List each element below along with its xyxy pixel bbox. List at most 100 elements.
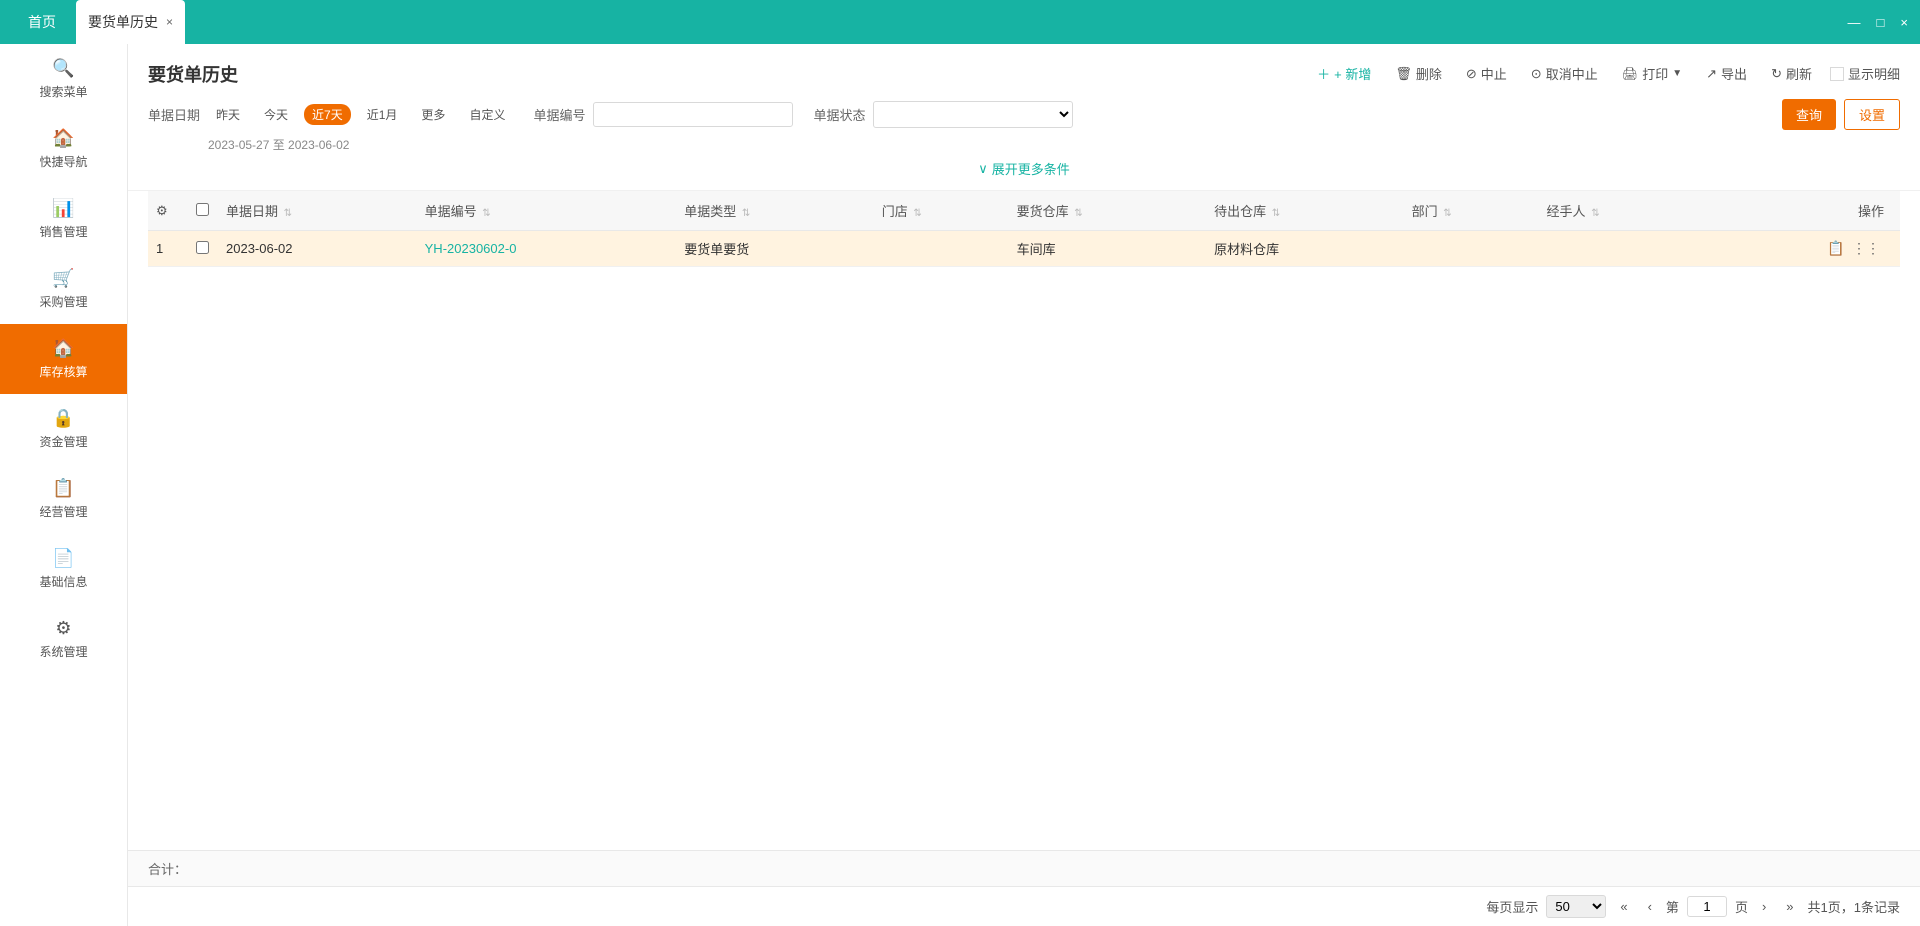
more-action-icon[interactable]: ⋮⋮ xyxy=(1852,240,1880,256)
window-maximize-btn[interactable]: □ xyxy=(1877,15,1885,30)
total-info: 共1页，1条记录 xyxy=(1808,897,1900,916)
sidebar-item-label: 销售管理 xyxy=(39,223,87,240)
date-range-display: 2023-05-27 至 2023-06-02 xyxy=(208,136,349,153)
sidebar-item-finance[interactable]: 🔒 资金管理 xyxy=(0,394,127,464)
date-filter-label: 单据日期 xyxy=(148,105,200,124)
sidebar-item-inventory[interactable]: 🏠 库存核算 xyxy=(0,324,127,394)
th-docno-sort-icon[interactable]: ⇅ xyxy=(482,208,490,219)
th-store: 门店 ⇅ xyxy=(874,191,1009,231)
search-menu-icon: 🔍 xyxy=(52,58,74,79)
th-handler-sort-icon[interactable]: ⇅ xyxy=(1591,208,1599,219)
sidebar-item-purchase[interactable]: 🛒 采购管理 xyxy=(0,254,127,324)
display-detail-checkbox[interactable] xyxy=(1830,67,1844,81)
sidebar-item-label: 系统管理 xyxy=(39,643,87,660)
th-pending-warehouse-sort-icon[interactable]: ⇅ xyxy=(1272,208,1280,219)
docno-filter-input[interactable] xyxy=(593,102,793,127)
date-btn-today[interactable]: 今天 xyxy=(256,104,296,125)
sidebar-item-system[interactable]: ⚙ 系统管理 xyxy=(0,604,127,674)
add-button[interactable]: ＋ + 新增 xyxy=(1311,60,1377,87)
view-action-icon[interactable]: 📋 xyxy=(1827,240,1844,256)
top-bar: 首页 要货单历史 × — □ × xyxy=(0,0,1920,44)
settings-icon[interactable]: ⚙ xyxy=(156,203,168,218)
stop-button[interactable]: ⊘ 中止 xyxy=(1460,60,1513,87)
date-btn-more[interactable]: 更多 xyxy=(413,104,453,125)
tab-close-icon[interactable]: × xyxy=(166,15,173,29)
cell-checkbox xyxy=(188,231,218,267)
toolbar: ＋ + 新增 🗑 删除 ⊘ 中止 ⊙ 取消中止 xyxy=(1311,60,1900,87)
next-page-btn[interactable]: › xyxy=(1756,897,1772,916)
table-header-row: ⚙ 单据日期 ⇅ 单据编号 xyxy=(148,191,1900,231)
cell-docno: YH-20230602-0 xyxy=(417,231,677,267)
display-detail-button[interactable]: 显示明细 xyxy=(1830,64,1900,83)
cancel-stop-icon: ⊙ xyxy=(1531,66,1542,82)
expand-label: 展开更多条件 xyxy=(992,159,1070,178)
content-area: 要货单历史 ＋ + 新增 🗑 删除 ⊘ 中止 xyxy=(128,44,1920,926)
docno-filter-label: 单据编号 xyxy=(533,105,585,124)
finance-icon: 🔒 xyxy=(52,408,74,429)
th-handler: 经手人 ⇅ xyxy=(1539,191,1705,231)
docno-filter-group: 单据编号 xyxy=(533,102,793,127)
print-button[interactable]: 🖨 打印 ▼ xyxy=(1616,60,1688,87)
refresh-label: 刷新 xyxy=(1786,64,1812,83)
print-dropdown-icon: ▼ xyxy=(1672,68,1682,79)
th-store-sort-icon[interactable]: ⇅ xyxy=(913,208,921,219)
date-btn-custom[interactable]: 自定义 xyxy=(461,104,513,125)
first-page-btn[interactable]: « xyxy=(1614,897,1633,916)
th-date: 单据日期 ⇅ xyxy=(218,191,417,231)
page-label: 第 xyxy=(1666,897,1679,916)
inventory-icon: 🏠 xyxy=(52,338,74,359)
delete-icon: 🗑 xyxy=(1395,66,1412,82)
export-label: 导出 xyxy=(1721,64,1747,83)
pagination-bar: 每页显示 50 10 20 100 « ‹ 第 页 › » 共1页，1条记录 xyxy=(128,886,1920,926)
sidebar-item-label: 搜索菜单 xyxy=(39,83,87,100)
cancel-stop-label: 取消中止 xyxy=(1546,64,1598,83)
data-table: ⚙ 单据日期 ⇅ 单据编号 xyxy=(148,191,1900,267)
delete-label: 删除 xyxy=(1416,64,1442,83)
page-input[interactable] xyxy=(1687,896,1727,917)
th-date-sort-icon[interactable]: ⇅ xyxy=(284,208,292,219)
th-date-label: 单据日期 xyxy=(226,204,278,219)
tab-home[interactable]: 首页 xyxy=(12,0,72,44)
export-button[interactable]: ↗ 导出 xyxy=(1700,60,1753,87)
sidebar-item-operations[interactable]: 📋 经营管理 xyxy=(0,464,127,534)
docno-link[interactable]: YH-20230602-0 xyxy=(425,241,517,256)
th-req-warehouse-sort-icon[interactable]: ⇅ xyxy=(1074,208,1082,219)
search-button[interactable]: 查询 xyxy=(1782,99,1836,130)
th-doctype: 单据类型 ⇅ xyxy=(676,191,874,231)
date-btn-7days[interactable]: 近7天 xyxy=(304,104,351,125)
th-checkbox xyxy=(188,191,218,231)
refresh-button[interactable]: ↻ 刷新 xyxy=(1765,60,1818,87)
status-filter-select[interactable] xyxy=(873,101,1073,128)
th-doctype-label: 单据类型 xyxy=(684,204,736,219)
table-container: ⚙ 单据日期 ⇅ 单据编号 xyxy=(128,191,1920,850)
tab-active[interactable]: 要货单历史 × xyxy=(76,0,185,44)
th-dept-label: 部门 xyxy=(1412,204,1438,219)
date-btn-yesterday[interactable]: 昨天 xyxy=(208,104,248,125)
sidebar-item-sales[interactable]: 📊 销售管理 xyxy=(0,184,127,254)
row-checkbox[interactable] xyxy=(196,241,209,254)
page-header: 要货单历史 ＋ + 新增 🗑 删除 ⊘ 中止 xyxy=(128,44,1920,87)
th-dept-sort-icon[interactable]: ⇅ xyxy=(1443,208,1451,219)
cell-date: 2023-06-02 xyxy=(218,231,417,267)
page-size-select[interactable]: 50 10 20 100 xyxy=(1546,895,1606,918)
sidebar-item-quick-nav[interactable]: 🏠 快捷导航 xyxy=(0,114,127,184)
settings-button[interactable]: 设置 xyxy=(1844,99,1900,130)
th-pending-warehouse-label: 待出仓库 xyxy=(1214,204,1266,219)
sidebar-item-basic-info[interactable]: 📄 基础信息 xyxy=(0,534,127,604)
th-doctype-sort-icon[interactable]: ⇅ xyxy=(742,208,750,219)
filter-row: 单据日期 昨天 今天 近7天 近1月 更多 自定义 单据编号 xyxy=(148,99,1900,130)
refresh-icon: ↻ xyxy=(1771,66,1782,82)
last-page-btn[interactable]: » xyxy=(1780,897,1799,916)
prev-page-btn[interactable]: ‹ xyxy=(1642,897,1658,916)
status-filter-label: 单据状态 xyxy=(813,105,865,124)
expand-btn[interactable]: ∨ 展开更多条件 xyxy=(978,159,1070,178)
window-close-btn[interactable]: × xyxy=(1900,15,1908,30)
sidebar-item-search-menu[interactable]: 🔍 搜索菜单 xyxy=(0,44,127,114)
add-label: + 新增 xyxy=(1334,64,1371,83)
sidebar-item-label: 库存核算 xyxy=(39,363,87,380)
delete-button[interactable]: 🗑 删除 xyxy=(1389,60,1448,87)
date-btn-1month[interactable]: 近1月 xyxy=(359,104,406,125)
window-minimize-btn[interactable]: — xyxy=(1848,15,1861,30)
select-all-checkbox[interactable] xyxy=(196,203,209,216)
cancel-stop-button[interactable]: ⊙ 取消中止 xyxy=(1525,60,1604,87)
